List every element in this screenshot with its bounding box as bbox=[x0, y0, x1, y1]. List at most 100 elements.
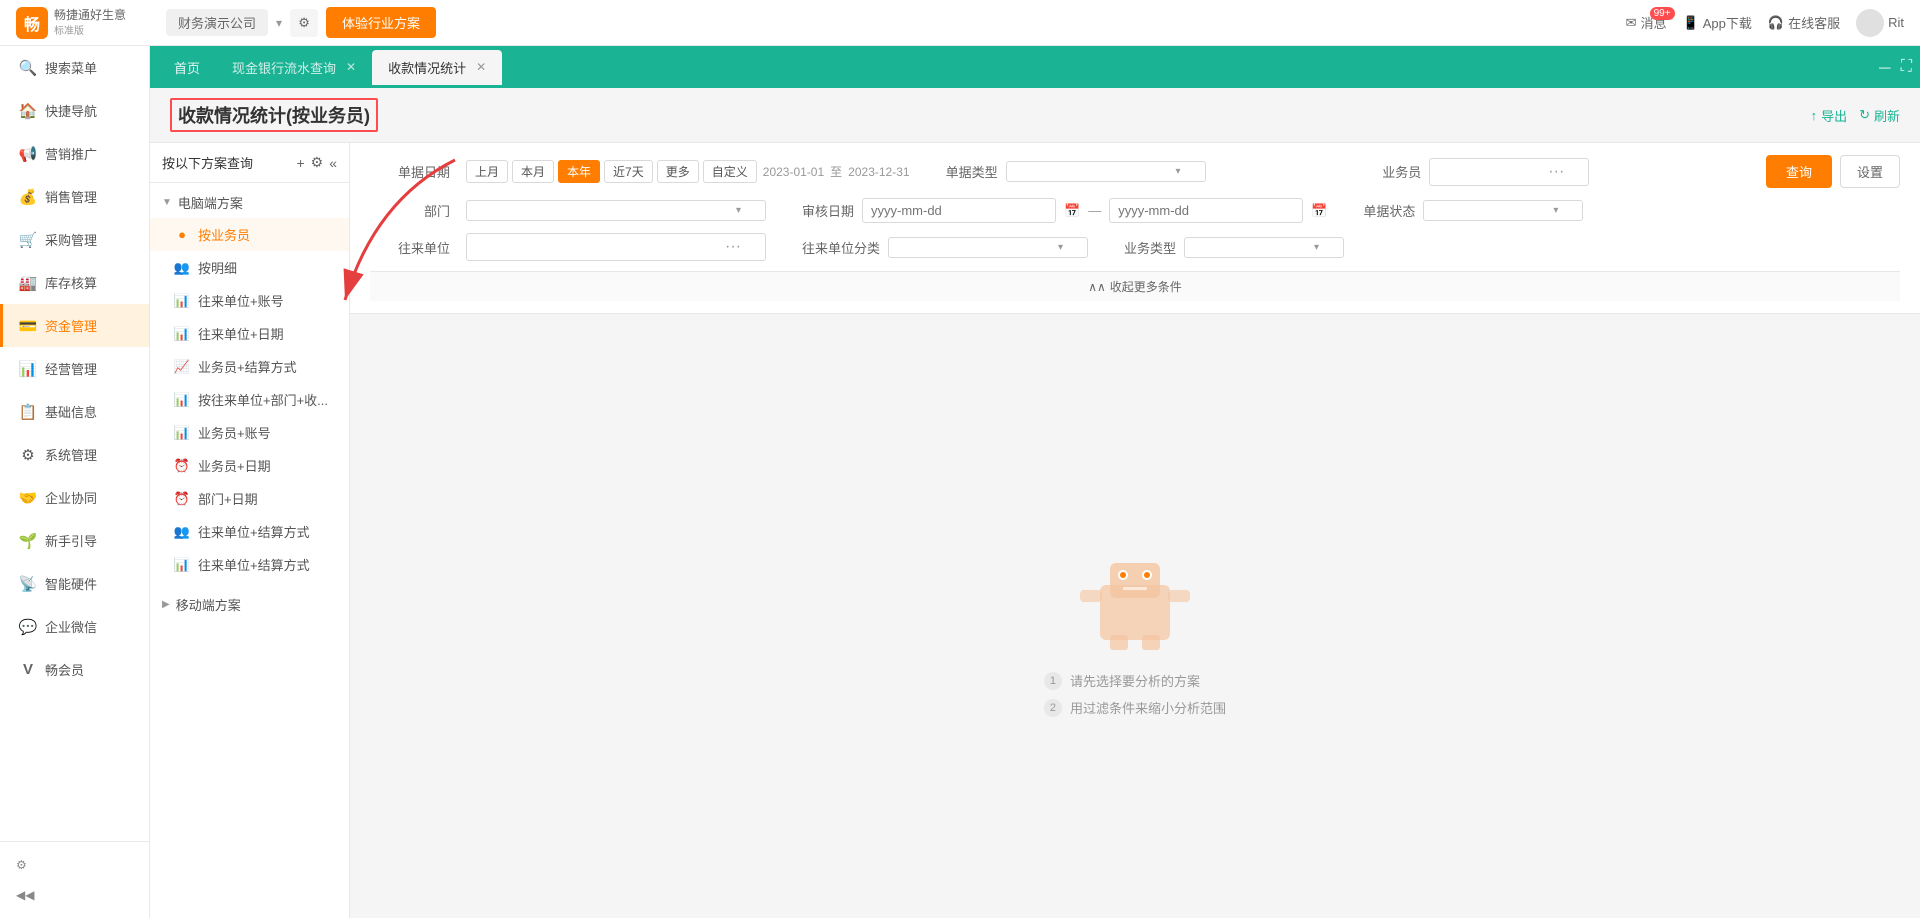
mobile-expand-icon: ▶ bbox=[162, 599, 170, 610]
collapse-sidebar-icon: ◀◀ bbox=[16, 888, 34, 902]
sidebar-item-guide[interactable]: 🌱 新手引导 bbox=[0, 519, 149, 562]
date-shortcuts-control: 上月 本月 本年 近7天 更多 自定义 2023-01-01 至 2023-12… bbox=[466, 160, 910, 183]
scheme-item-salesman-date[interactable]: ⏰ 业务员+日期 bbox=[150, 449, 349, 482]
sidebar-item-operations[interactable]: 📊 经营管理 bbox=[0, 347, 149, 390]
counterpart-select[interactable]: ··· bbox=[466, 233, 766, 261]
counterpart-category-select[interactable]: ▾ bbox=[888, 237, 1088, 258]
scheme-item-salesman-settle[interactable]: 📈 业务员+结算方式 bbox=[150, 350, 349, 383]
cal-icon-from[interactable]: 📅 bbox=[1064, 203, 1080, 219]
tab-close-receipt-stat[interactable]: ✕ bbox=[476, 60, 486, 74]
sidebar: 🔍 搜索菜单 🏠 快捷导航 📢 营销推广 💰 销售管理 🛒 采购管理 🏭 库存核… bbox=[0, 46, 150, 918]
dept-select[interactable]: ▾ bbox=[466, 200, 766, 221]
tab-home[interactable]: 首页 bbox=[158, 50, 216, 85]
scheme-item-by-salesman[interactable]: ● 按业务员 bbox=[150, 218, 349, 251]
tab-bank-flow[interactable]: 现金银行流水查询 ✕ bbox=[216, 50, 372, 85]
filter-row-2: 部门 ▾ 审核日期 📅 — 📅 单据状态 bbox=[370, 198, 1900, 223]
refresh-btn[interactable]: ↻ 刷新 bbox=[1859, 106, 1900, 125]
biz-type-select[interactable]: ▾ bbox=[1184, 237, 1344, 258]
scheme-item-dept-date[interactable]: ⏰ 部门+日期 bbox=[150, 482, 349, 515]
add-scheme-icon[interactable]: + bbox=[296, 155, 304, 171]
date-this-year[interactable]: 本年 bbox=[558, 160, 600, 183]
date-custom[interactable]: 自定义 bbox=[703, 160, 757, 183]
query-button[interactable]: 查询 bbox=[1766, 155, 1832, 188]
export-btn[interactable]: ↑ 导出 bbox=[1811, 106, 1848, 125]
tab-close-bank-flow[interactable]: ✕ bbox=[346, 60, 356, 74]
collapse-filter-btn[interactable]: ∧∧ 收起更多条件 bbox=[370, 271, 1900, 301]
result-area: 1 请先选择要分析的方案 2 用过滤条件来缩小分析范围 bbox=[350, 314, 1920, 918]
salesman-more-icon[interactable]: ··· bbox=[1548, 163, 1564, 181]
sidebar-item-marketing[interactable]: 📢 营销推广 bbox=[0, 132, 149, 175]
sidebar-item-inventory[interactable]: 🏭 库存核算 bbox=[0, 261, 149, 304]
date-7days[interactable]: 近7天 bbox=[604, 160, 653, 183]
doc-status-arrow: ▾ bbox=[1553, 205, 1558, 216]
counterpart-more-icon[interactable]: ··· bbox=[725, 238, 741, 256]
cal-icon-to[interactable]: 📅 bbox=[1311, 203, 1327, 219]
app-download-btn[interactable]: 📱 App下载 bbox=[1683, 13, 1752, 32]
scheme-item-counter-acct[interactable]: 📊 往来单位+账号 bbox=[150, 284, 349, 317]
mobile-section-header[interactable]: ▶ 移动端方案 bbox=[150, 589, 349, 620]
scheme-item-by-detail[interactable]: 👥 按明细 bbox=[150, 251, 349, 284]
sidebar-item-sales[interactable]: 💰 销售管理 bbox=[0, 175, 149, 218]
doc-status-select[interactable]: ▾ bbox=[1423, 200, 1583, 221]
collapse-scheme-icon[interactable]: « bbox=[329, 155, 337, 171]
result-placeholder: 1 请先选择要分析的方案 2 用过滤条件来缩小分析范围 bbox=[1035, 515, 1235, 717]
tab-receipt-stat[interactable]: 收款情况统计 ✕ bbox=[372, 50, 502, 85]
filter-area: 单据日期 上月 本月 本年 近7天 更多 自定义 2023-01-01 至 20… bbox=[350, 143, 1920, 314]
scheme-item-counter-date[interactable]: 📊 往来单位+日期 bbox=[150, 317, 349, 350]
user-avatar bbox=[1856, 9, 1884, 37]
audit-date-from[interactable] bbox=[862, 198, 1056, 223]
sidebar-item-system[interactable]: ⚙ 系统管理 bbox=[0, 433, 149, 476]
sidebar-collapse-btn[interactable]: ◀◀ bbox=[0, 880, 149, 910]
sidebar-item-member[interactable]: V 畅会员 bbox=[0, 648, 149, 691]
sidebar-item-corp-wechat[interactable]: 💬 企业微信 bbox=[0, 605, 149, 648]
tab-bar-end: － ⛶ bbox=[1877, 55, 1912, 79]
set-button[interactable]: 设置 bbox=[1840, 155, 1900, 188]
desktop-section-label: 电脑端方案 bbox=[178, 193, 243, 212]
audit-date-to[interactable] bbox=[1109, 198, 1303, 223]
user-area[interactable]: Rit bbox=[1856, 9, 1904, 37]
sidebar-item-search-menu[interactable]: 🔍 搜索菜单 bbox=[0, 46, 149, 89]
desktop-section: ▼ 电脑端方案 ● 按业务员 👥 按明细 📊 往来单位+账号 📊 往来 bbox=[150, 183, 349, 585]
sales-icon: 💰 bbox=[19, 188, 37, 206]
content-area: 按以下方案查询 + ⚙ « ▼ 电脑端方案 ● 按业务员 👥 bbox=[150, 143, 1920, 918]
page-header: 收款情况统计(按业务员) ↑ 导出 ↻ 刷新 bbox=[150, 88, 1920, 143]
filter-row-1: 单据日期 上月 本月 本年 近7天 更多 自定义 2023-01-01 至 20… bbox=[370, 155, 1900, 188]
online-service-btn[interactable]: 🎧 在线客服 bbox=[1768, 13, 1840, 32]
scheme-item-counter-settle2[interactable]: 📊 往来单位+结算方式 bbox=[150, 548, 349, 581]
date-more[interactable]: 更多 bbox=[657, 160, 699, 183]
message-badge: 99+ bbox=[1650, 7, 1675, 20]
operations-icon: 📊 bbox=[19, 360, 37, 378]
sidebar-item-base-info[interactable]: 📋 基础信息 bbox=[0, 390, 149, 433]
workspace-arrow[interactable]: ▾ bbox=[276, 16, 282, 30]
sidebar-item-smart-hw[interactable]: 📡 智能硬件 bbox=[0, 562, 149, 605]
sidebar-item-quick-nav[interactable]: 🏠 快捷导航 bbox=[0, 89, 149, 132]
audit-date-group: 审核日期 📅 — 📅 bbox=[802, 198, 1327, 223]
message-icon: ✉ bbox=[1626, 15, 1637, 31]
scheme-item-salesman-acct[interactable]: 📊 业务员+账号 bbox=[150, 416, 349, 449]
message-btn[interactable]: ✉ 消息 99+ bbox=[1626, 13, 1667, 32]
filter-actions: 查询 设置 bbox=[1766, 155, 1900, 188]
desktop-section-header[interactable]: ▼ 电脑端方案 bbox=[150, 187, 349, 218]
sidebar-item-purchase[interactable]: 🛒 采购管理 bbox=[0, 218, 149, 261]
sidebar-item-fund[interactable]: 💳 资金管理 bbox=[0, 304, 149, 347]
tab-maximize-icon[interactable]: ⛶ bbox=[1901, 58, 1912, 76]
corp-wechat-icon: 💬 bbox=[19, 618, 37, 636]
main-content: 首页 现金银行流水查询 ✕ 收款情况统计 ✕ － ⛶ 收款情况统计(按业务员) … bbox=[150, 46, 1920, 918]
doc-type-select[interactable]: ▾ bbox=[1006, 161, 1206, 182]
salesman-select[interactable]: ··· bbox=[1429, 158, 1589, 186]
tab-minimize-icon[interactable]: － bbox=[1877, 55, 1893, 79]
counter-settle2-icon: 📊 bbox=[174, 557, 190, 573]
date-last-month[interactable]: 上月 bbox=[466, 160, 508, 183]
doc-status-label: 单据状态 bbox=[1363, 201, 1415, 220]
sidebar-item-corp-collab[interactable]: 🤝 企业协同 bbox=[0, 476, 149, 519]
trial-button[interactable]: 体验行业方案 bbox=[326, 7, 436, 38]
sidebar-settings-btn[interactable]: ⚙ bbox=[0, 850, 149, 880]
member-icon: V bbox=[19, 661, 37, 679]
workspace-selector[interactable]: 财务演示公司 bbox=[166, 9, 268, 36]
scheme-item-counter-settle1[interactable]: 👥 往来单位+结算方式 bbox=[150, 515, 349, 548]
step-1-number: 1 bbox=[1044, 672, 1062, 690]
scheme-settings-icon[interactable]: ⚙ bbox=[311, 154, 324, 171]
settings-icon[interactable]: ⚙ bbox=[290, 9, 318, 37]
date-this-month[interactable]: 本月 bbox=[512, 160, 554, 183]
scheme-item-counter-dept-recv[interactable]: 📊 按往来单位+部门+收... bbox=[150, 383, 349, 416]
